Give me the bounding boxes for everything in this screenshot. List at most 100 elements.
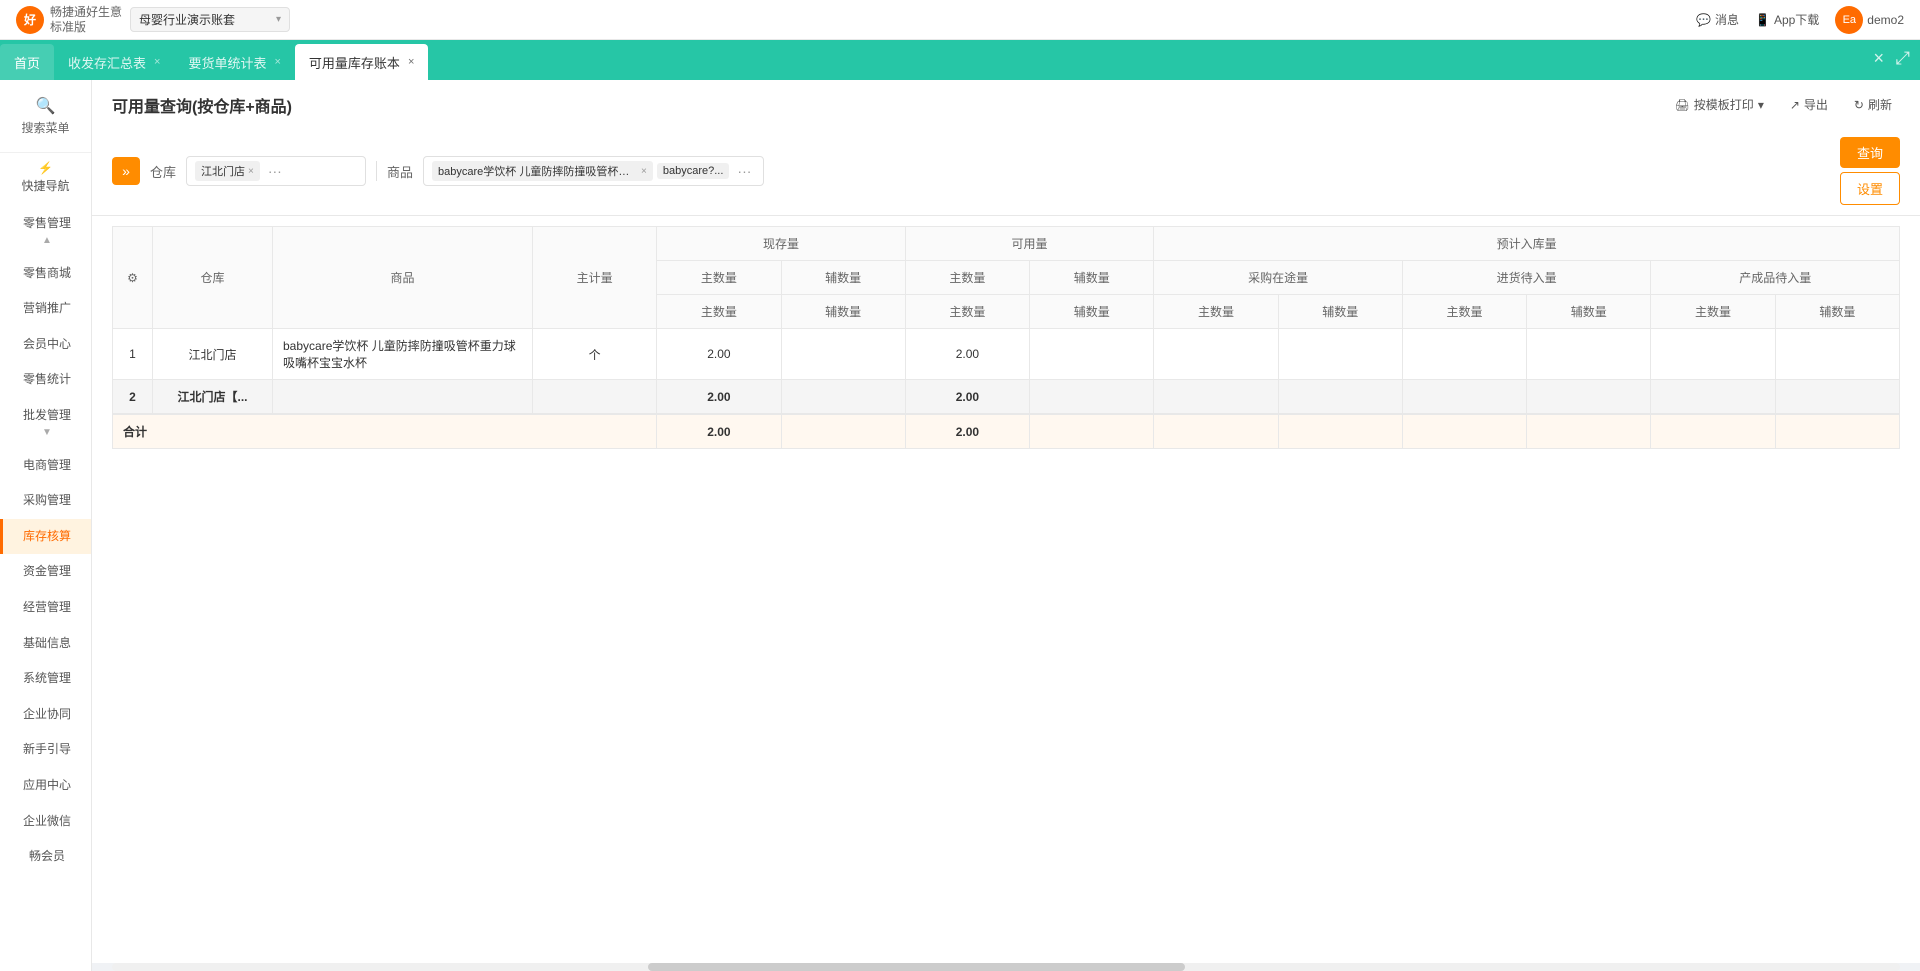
- row-stock-aux: [781, 380, 905, 415]
- production-aux-sub: 辅数量: [1775, 295, 1899, 329]
- settings-button[interactable]: 设置: [1840, 172, 1900, 205]
- sidebar-item-enterprise-collab[interactable]: 企业协同: [0, 697, 91, 733]
- row-incoming-main: [1402, 329, 1526, 380]
- settings-col-header[interactable]: ⚙: [113, 227, 153, 329]
- row-stock-aux: [781, 329, 905, 380]
- sidebar-search-section: 🔍 搜索菜单: [0, 80, 91, 153]
- incoming-main-sub: 主数量: [1402, 295, 1526, 329]
- sidebar-item-app-center[interactable]: 应用中心: [0, 768, 91, 804]
- user-menu[interactable]: Ea demo2: [1835, 6, 1904, 34]
- query-button[interactable]: 查询: [1840, 137, 1900, 168]
- tab-receive-summary[interactable]: 收发存汇总表 ×: [54, 44, 174, 80]
- sidebar-item-inventory[interactable]: 库存核算: [0, 519, 91, 555]
- sidebar-item-wholesale-mgmt[interactable]: 批发管理 ▼: [0, 398, 91, 448]
- row-product: [273, 380, 533, 415]
- print-icon: 🖨: [1675, 98, 1690, 112]
- logo-icon: 好: [16, 6, 44, 34]
- sidebar-item-enterprise-wechat[interactable]: 企业微信: [0, 804, 91, 840]
- product-tag-2: babycare?...: [657, 163, 730, 179]
- page-actions: 🖨 按模板打印 ▾ ↗ 导出 ↻ 刷新: [1667, 92, 1900, 117]
- sidebar-item-member-center[interactable]: 会员中心: [0, 327, 91, 363]
- row-stock-main: 2.00: [657, 329, 781, 380]
- nav-icon: ⚡: [38, 161, 53, 175]
- sidebar-item-retail-mgmt[interactable]: 零售管理 ▲: [0, 206, 91, 256]
- settings-icon: ⚙: [127, 271, 138, 285]
- close-icon[interactable]: ×: [408, 56, 414, 68]
- sidebar-item-quick-nav[interactable]: ⚡ 快捷导航: [0, 153, 91, 202]
- close-icon[interactable]: ×: [154, 56, 160, 68]
- warehouse-filter-input[interactable]: 江北门店 × ···: [186, 156, 366, 186]
- app-download-button[interactable]: 📱 App下载: [1755, 11, 1819, 28]
- close-all-tabs-button[interactable]: ×: [1873, 48, 1884, 69]
- avail-aux-sub: 辅数量: [1030, 295, 1154, 329]
- remove-warehouse-tag[interactable]: ×: [248, 166, 254, 177]
- stock-main-sub: 主数量: [657, 295, 781, 329]
- chevron-icon: ▼: [42, 427, 52, 438]
- row-product: babycare学饮杯 儿童防摔防撞吸管杯重力球吸嘴杯宝宝水杯: [273, 329, 533, 380]
- warehouse-tag: 江北门店 ×: [195, 161, 260, 181]
- row-production-main: [1651, 329, 1775, 380]
- top-bar-left: 好 畅捷通好生意 标准版 母婴行业演示账套 ▾: [16, 5, 290, 34]
- row-avail-aux: [1030, 329, 1154, 380]
- sidebar-item-membership[interactable]: 畅会员: [0, 839, 91, 875]
- tab-home[interactable]: 首页: [0, 44, 54, 80]
- avatar: Ea: [1835, 6, 1863, 34]
- warehouse-label: 仓库: [150, 162, 176, 181]
- store-selector[interactable]: 母婴行业演示账套 ▾: [130, 7, 290, 32]
- expand-tabs-icon[interactable]: ⤢: [1896, 48, 1910, 69]
- avail-main-header: 主数量: [905, 261, 1029, 295]
- table-row: 1 江北门店 babycare学饮杯 儿童防摔防撞吸管杯重力球吸嘴杯宝宝水杯 个…: [113, 329, 1900, 380]
- export-button[interactable]: ↗ 导出: [1782, 92, 1836, 117]
- footer-production-main: [1651, 414, 1775, 449]
- stock-aux-sub: 辅数量: [781, 295, 905, 329]
- sidebar-item-ecommerce[interactable]: 电商管理: [0, 448, 91, 484]
- purchase-main-sub: 主数量: [1154, 295, 1278, 329]
- product-filter-input[interactable]: babycare学饮杯 儿童防摔防撞吸管杯重力球吸嘴杯宝宝水杯 × babyca…: [423, 156, 764, 186]
- table-row: 2 江北门店【... 2.00 2.00: [113, 380, 1900, 415]
- print-button[interactable]: 🖨 按模板打印 ▾: [1667, 92, 1772, 117]
- sidebar-item-purchase[interactable]: 采购管理: [0, 483, 91, 519]
- sidebar-item-operations[interactable]: 经营管理: [0, 590, 91, 626]
- purchase-group-header: 采购在途量: [1154, 261, 1403, 295]
- close-icon[interactable]: ×: [274, 56, 280, 68]
- row-avail-aux: [1030, 380, 1154, 415]
- sidebar-item-retail-mall[interactable]: 零售商城: [0, 256, 91, 292]
- filter-divider: [376, 161, 377, 181]
- row-warehouse: 江北门店【...: [153, 380, 273, 415]
- footer-avail-aux: [1030, 414, 1154, 449]
- sidebar-item-finance[interactable]: 资金管理: [0, 554, 91, 590]
- sidebar-item-basic-info[interactable]: 基础信息: [0, 626, 91, 662]
- production-group-header: 产成品待入量: [1651, 261, 1900, 295]
- stock-group-header: 现存量: [657, 227, 906, 261]
- row-purchase-main: [1154, 329, 1278, 380]
- avail-main-sub: 主数量: [905, 295, 1029, 329]
- sidebar-item-marketing[interactable]: 营销推广: [0, 291, 91, 327]
- table-footer: 合计 2.00 2.00: [113, 414, 1900, 449]
- refresh-button[interactable]: ↻ 刷新: [1846, 92, 1900, 117]
- tab-order-stats[interactable]: 要货单统计表 ×: [174, 44, 294, 80]
- incoming-group-header: 进货待入量: [1402, 261, 1651, 295]
- search-menu-button[interactable]: 🔍 搜索菜单: [8, 90, 83, 142]
- sidebar-item-retail-stats[interactable]: 零售统计: [0, 362, 91, 398]
- filter-dots-icon[interactable]: ···: [733, 163, 755, 179]
- production-main-sub: 主数量: [1651, 295, 1775, 329]
- filter-dots-icon[interactable]: ···: [264, 163, 286, 179]
- chevron-down-icon: ▾: [1758, 98, 1764, 112]
- warehouse-col-header: 仓库: [153, 227, 273, 329]
- tab-available-stock[interactable]: 可用量库存账本 ×: [295, 44, 428, 80]
- footer-avail-main: 2.00: [905, 414, 1029, 449]
- footer-purchase-aux: [1278, 414, 1402, 449]
- purchase-aux-sub: 辅数量: [1278, 295, 1402, 329]
- table-container: ⚙ 仓库 商品 主计量 现存量 可用量 预计入库量 主数量 辅数量 主数量 辅数…: [92, 216, 1920, 963]
- message-button[interactable]: 💬 消息: [1696, 11, 1739, 28]
- row-production-main: [1651, 380, 1775, 415]
- stock-aux-header: 辅数量: [781, 261, 905, 295]
- search-icon: 🔍: [36, 96, 56, 116]
- horizontal-scrollbar[interactable]: [112, 963, 1900, 971]
- scrollbar-thumb[interactable]: [648, 963, 1184, 971]
- sidebar-item-system[interactable]: 系统管理: [0, 661, 91, 697]
- filter-expand-button[interactable]: »: [112, 157, 140, 185]
- sidebar-item-new-guide[interactable]: 新手引导: [0, 732, 91, 768]
- remove-product-tag-1[interactable]: ×: [641, 166, 647, 177]
- logo-area: 好 畅捷通好生意 标准版: [16, 5, 122, 34]
